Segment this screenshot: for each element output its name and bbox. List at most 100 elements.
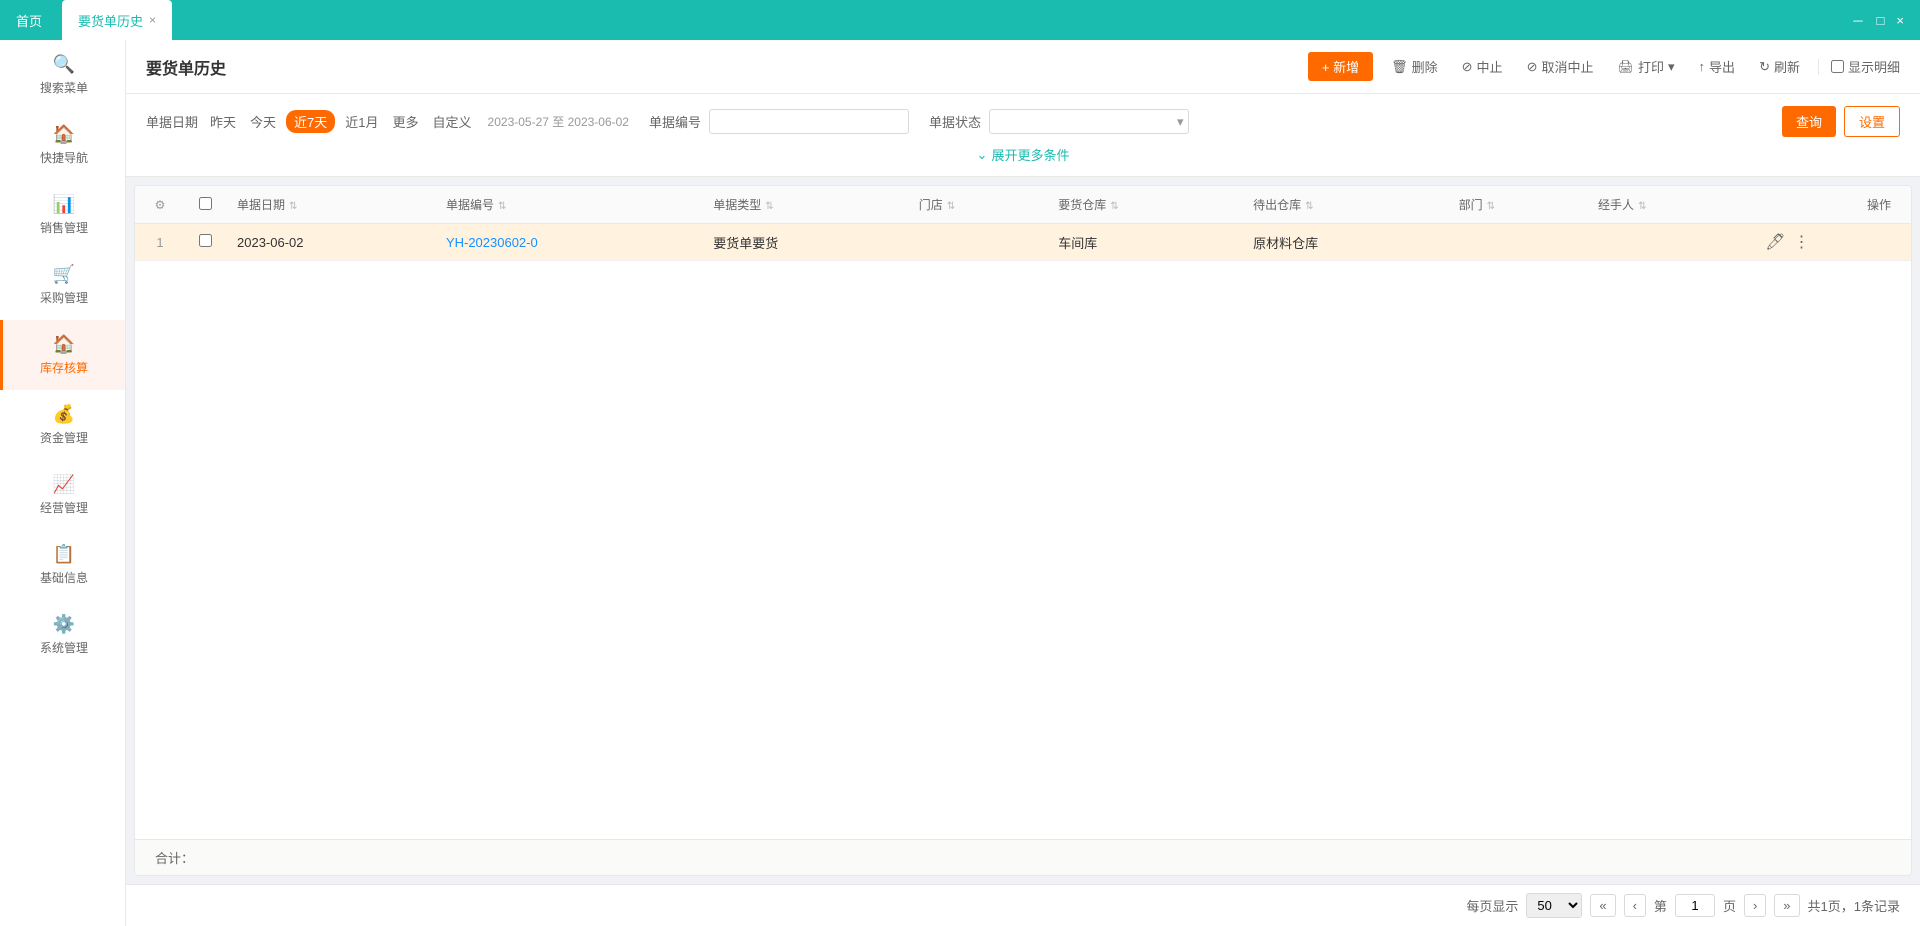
date-option-more[interactable]: 更多 (389, 110, 423, 133)
sidebar-item-finance[interactable]: 💰 资金管理 (0, 390, 125, 460)
pending-sort-icon[interactable]: ⇅ (1305, 201, 1313, 212)
display-detail-checkbox[interactable]: 显示明细 (1831, 57, 1900, 76)
per-page-select[interactable]: 50 100 200 (1526, 893, 1582, 918)
toolbar: + 新增 🗑 删除 ⊘ 中止 ⊘ 取消中止 🖨 打印 ▾ (1308, 52, 1900, 81)
stop-button[interactable]: ⊘ 中止 (1456, 53, 1509, 80)
date-option-today[interactable]: 今天 (246, 110, 280, 133)
tab-home[interactable]: 首页 (0, 0, 58, 40)
main-layout: 🔍 搜索菜单 🏠 快捷导航 📊 销售管理 🛒 采购管理 🏠 库存核算 💰 资金管… (0, 40, 1920, 926)
row-pending-warehouse: 原材料仓库 (1241, 224, 1447, 261)
page-input[interactable] (1675, 894, 1715, 917)
handler-sort-icon[interactable]: ⇅ (1638, 201, 1646, 212)
expand-more-icon: ⌄ (977, 147, 988, 163)
date-option-custom[interactable]: 自定义 (429, 110, 476, 133)
status-filter: 单据状态 ▾ (929, 109, 1184, 134)
row-actions: 🖊 ⋮ (1753, 224, 1911, 261)
column-settings-icon[interactable]: ⚙ (155, 198, 166, 212)
sidebar-item-sales[interactable]: 📊 销售管理 (0, 180, 125, 250)
row-handler (1586, 224, 1753, 261)
sidebar-item-system[interactable]: ⚙️ 系统管理 (0, 600, 125, 670)
first-page-btn[interactable]: « (1590, 894, 1615, 917)
table-header-row: ⚙ 单据日期⇅ 单据编号⇅ 单据类型⇅ (135, 186, 1911, 224)
store-sort-icon[interactable]: ⇅ (947, 201, 955, 212)
refresh-button[interactable]: ↻ 刷新 (1753, 53, 1806, 80)
search-menu-icon: 🔍 (53, 54, 75, 75)
more-icon[interactable]: ⋮ (1794, 232, 1810, 252)
settings-col-header: ⚙ (135, 186, 185, 224)
query-button[interactable]: 查询 (1782, 106, 1836, 137)
tab-close-icon[interactable]: × (149, 13, 156, 27)
row-order-link[interactable]: YH-20230602-0 (446, 235, 538, 250)
export-button[interactable]: ↑ 导出 (1693, 53, 1742, 80)
row-date: 2023-06-02 (225, 224, 434, 261)
table-empty-space (135, 261, 1911, 839)
order-no-input[interactable] (709, 109, 909, 134)
settings-button[interactable]: 设置 (1844, 106, 1900, 137)
order-no-sort-icon[interactable]: ⇅ (498, 201, 506, 212)
export-icon: ↑ (1699, 59, 1706, 74)
date-option-yesterday[interactable]: 昨天 (206, 110, 240, 133)
handler-col-header: 经手人⇅ (1586, 186, 1753, 224)
sidebar-item-label: 销售管理 (40, 219, 88, 236)
sidebar-item-quick-nav[interactable]: 🏠 快捷导航 (0, 110, 125, 180)
print-button[interactable]: 🖨 打印 ▾ (1611, 53, 1680, 80)
select-all-checkbox[interactable] (199, 197, 212, 210)
window-maximize[interactable]: □ (1877, 13, 1885, 28)
window-minimize[interactable]: － (1852, 11, 1865, 30)
new-button[interactable]: + 新增 (1308, 52, 1373, 81)
row-checkbox (185, 224, 225, 261)
date-option-1month[interactable]: 近1月 (341, 110, 382, 133)
cancel-stop-button[interactable]: ⊘ 取消中止 (1521, 53, 1600, 80)
date-option-7days[interactable]: 近7天 (286, 110, 335, 133)
edit-icon[interactable]: 🖊 (1765, 232, 1785, 252)
pending-col-header: 待出仓库⇅ (1241, 186, 1447, 224)
date-options: 昨天 今天 近7天 近1月 更多 自定义 (206, 110, 476, 133)
delete-button[interactable]: 🗑 删除 (1385, 53, 1444, 80)
refresh-icon: ↻ (1759, 59, 1770, 75)
window-close[interactable]: × (1896, 13, 1904, 28)
checkbox-col-header (185, 186, 225, 224)
order-no-label: 单据编号 (649, 112, 701, 131)
action-icons: 🖊 ⋮ (1765, 232, 1899, 252)
tab-active[interactable]: 要货单历史 × (62, 0, 172, 40)
system-icon: ⚙️ (53, 614, 75, 635)
sidebar-item-search-menu[interactable]: 🔍 搜索菜单 (0, 40, 125, 110)
type-col-header: 单据类型⇅ (701, 186, 907, 224)
next-page-btn[interactable]: › (1744, 894, 1766, 917)
order-no-col-header: 单据编号⇅ (434, 186, 701, 224)
date-label: 单据日期 (146, 112, 198, 131)
expand-more-button[interactable]: ⌄ 展开更多条件 (977, 145, 1070, 164)
page-title: 要货单历史 (146, 55, 226, 79)
content-area: 要货单历史 + 新增 🗑 删除 ⊘ 中止 ⊘ 取消中止 🖨 打印 (126, 40, 1920, 926)
sidebar-item-label: 采购管理 (40, 289, 88, 306)
page-header: 要货单历史 + 新增 🗑 删除 ⊘ 中止 ⊘ 取消中止 🖨 打印 (126, 40, 1920, 94)
last-page-btn[interactable]: » (1774, 894, 1799, 917)
tab-active-label: 要货单历史 (78, 11, 143, 30)
type-sort-icon[interactable]: ⇅ (765, 201, 773, 212)
date-sort-icon[interactable]: ⇅ (289, 201, 297, 212)
tab-bar: 首页 要货单历史 × (0, 0, 172, 40)
prev-page-btn[interactable]: ‹ (1624, 894, 1646, 917)
row-store (907, 224, 1046, 261)
display-detail-input[interactable] (1831, 60, 1844, 73)
row-warehouse: 车间库 (1046, 224, 1241, 261)
sidebar-item-operations[interactable]: 📈 经营管理 (0, 460, 125, 530)
row-num: 1 (135, 224, 185, 261)
date-range-display: 2023-05-27 至 2023-06-02 (488, 113, 629, 130)
sidebar-item-inventory[interactable]: 🏠 库存核算 (0, 320, 125, 390)
dept-sort-icon[interactable]: ⇅ (1487, 201, 1495, 212)
page-unit: 页 (1723, 896, 1736, 915)
order-no-filter: 单据编号 (649, 109, 909, 134)
table-footer: 合计： (135, 839, 1911, 875)
sidebar-item-purchase[interactable]: 🛒 采购管理 (0, 250, 125, 320)
status-label: 单据状态 (929, 112, 981, 131)
row-select-checkbox[interactable] (199, 234, 212, 247)
warehouse-sort-icon[interactable]: ⇅ (1110, 201, 1118, 212)
status-select[interactable] (989, 109, 1189, 134)
sidebar-item-basic-info[interactable]: 📋 基础信息 (0, 530, 125, 600)
sidebar-item-label: 基础信息 (40, 569, 88, 586)
quick-nav-icon: 🏠 (53, 124, 75, 145)
warehouse-col-header: 要货仓库⇅ (1046, 186, 1241, 224)
total-info: 共1页，1条记录 (1808, 896, 1900, 915)
summary-label: 合计： (155, 848, 194, 867)
